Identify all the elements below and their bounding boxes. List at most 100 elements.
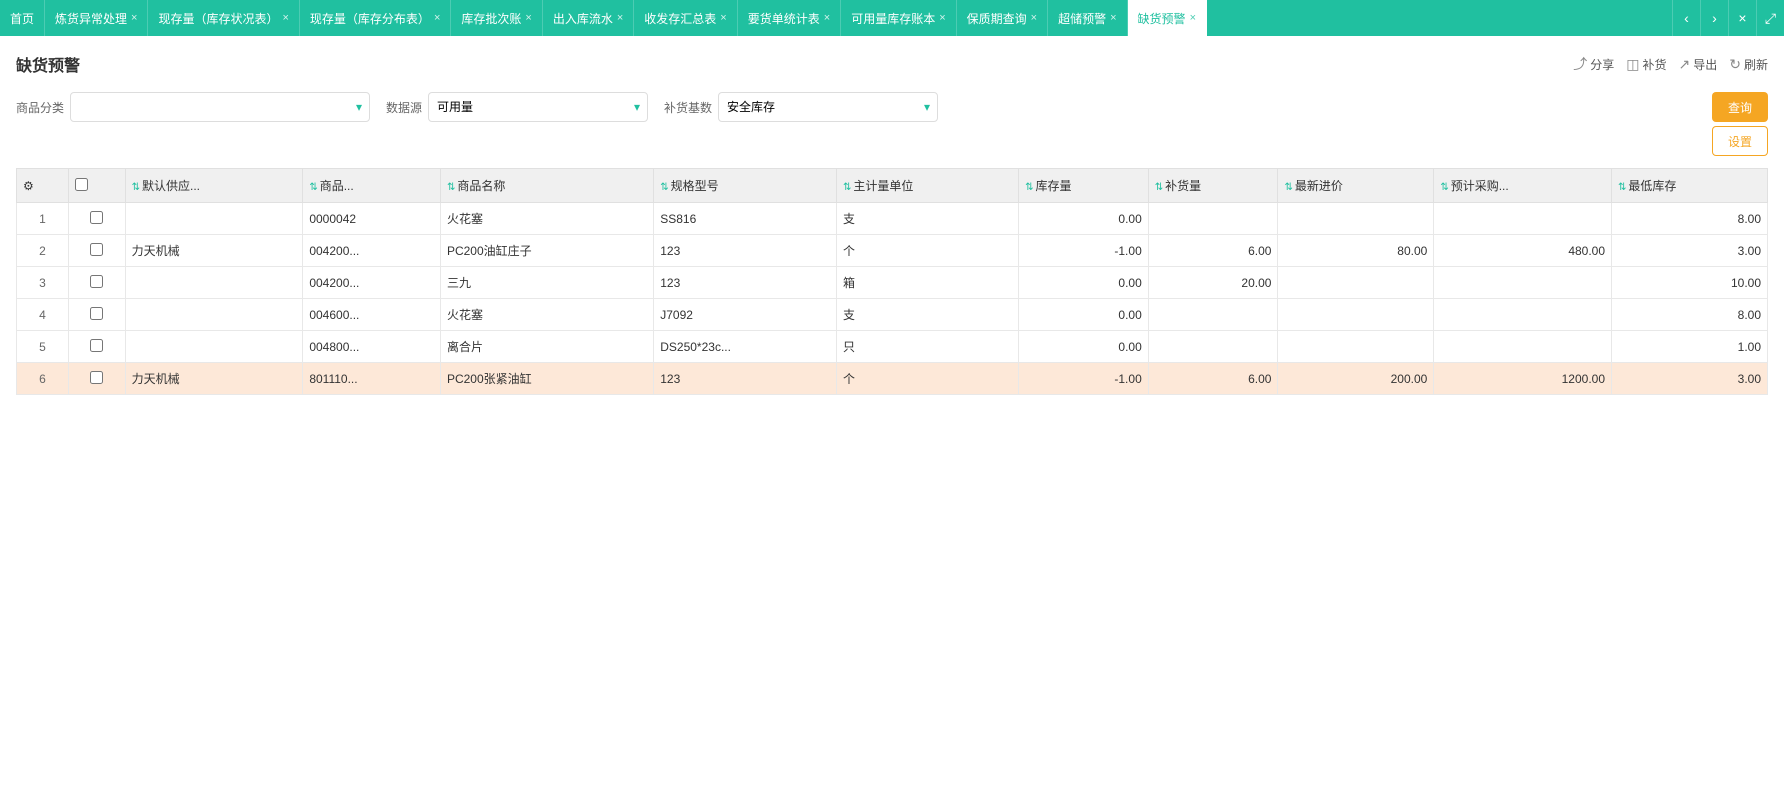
col-stock[interactable]: ⇅库存量 [1019,169,1149,203]
sort-icon-min-stock: ⇅ [1618,182,1626,193]
export-button[interactable]: ↗ 导出 [1679,56,1718,73]
page-title: 缺货预警 [16,52,80,76]
sort-icon-supplier: ⇅ [132,182,140,193]
row-supplier [125,203,303,235]
data-table: ⚙ ⇅默认供应... ⇅商品... ⇅商品名称 ⇅规格型号 ⇅ [16,168,1768,395]
nav-tab-expiry-close[interactable]: × [1031,12,1037,24]
nav-arrow-left[interactable]: ‹ [1672,0,1700,36]
col-product-name[interactable]: ⇅商品名称 [440,169,653,203]
col-replenish-qty[interactable]: ⇅补货量 [1148,169,1278,203]
nav-tab-overstock-close[interactable]: × [1110,12,1116,24]
nav-tab-reqstat[interactable]: 要货单统计表 × [738,0,841,36]
nav-tab-batch-close[interactable]: × [525,12,531,24]
nav-tab-batch[interactable]: 库存批次账 × [451,0,542,36]
col-checkbox [68,169,125,203]
row-checkbox[interactable] [90,275,103,288]
nav-tab-stock2-close[interactable]: × [434,12,440,24]
row-est-purchase [1434,299,1612,331]
row-replenish-qty: 6.00 [1148,363,1278,395]
refresh-icon: ↻ [1729,56,1741,73]
row-gear-cell: 5 [17,331,69,363]
row-checkbox[interactable] [90,371,103,384]
row-gear-cell: 1 [17,203,69,235]
col-unit[interactable]: ⇅主计量单位 [836,169,1018,203]
header-actions: ⤴ 分享 ◫ 补货 ↗ 导出 ↻ 刷新 [1573,54,1768,74]
row-checkbox[interactable] [90,211,103,224]
nav-arrow-right[interactable]: › [1700,0,1728,36]
row-stock: 0.00 [1019,267,1149,299]
row-unit: 支 [836,203,1018,235]
nav-tab-stock1[interactable]: 现存量（库存状况表） × [148,0,299,36]
col-latest-price[interactable]: ⇅最新进价 [1278,169,1434,203]
export-icon: ↗ [1679,56,1691,73]
nav-tab-reqstat-label: 要货单统计表 [748,10,820,27]
nav-tab-expiry[interactable]: 保质期查询 × [957,0,1048,36]
nav-tab-abnormal-close[interactable]: × [131,12,137,24]
row-gear-cell: 2 [17,235,69,267]
row-checkbox[interactable] [90,307,103,320]
nav-tab-abnormal[interactable]: 炼货异常处理 × [45,0,148,36]
row-product-name: 火花塞 [440,299,653,331]
nav-tab-shortage[interactable]: 缺货预警 × [1128,0,1207,36]
filter-category: 商品分类 [16,92,370,122]
row-latest-price [1278,331,1434,363]
nav-arrow-expand[interactable]: ⤢ [1756,0,1784,36]
share-button[interactable]: ⤴ 分享 [1573,54,1614,74]
col-product-code[interactable]: ⇅商品... [303,169,441,203]
category-select[interactable] [70,92,370,122]
row-product-code: 004200... [303,235,441,267]
settings-button[interactable]: 设置 [1712,126,1768,156]
row-product-name: 三九 [440,267,653,299]
row-min-stock: 1.00 [1612,331,1768,363]
refresh-button[interactable]: ↻ 刷新 [1729,56,1768,73]
row-spec: J7092 [654,299,837,331]
nav-tab-overstock[interactable]: 超储预警 × [1048,0,1127,36]
replenish-basis-label: 补货基数 [664,99,712,116]
row-supplier [125,331,303,363]
nav-tab-flow[interactable]: 出入库流水 × [543,0,634,36]
row-checkbox-cell [68,203,125,235]
replenish-button[interactable]: ◫ 补货 [1626,56,1666,73]
row-product-code: 004200... [303,267,441,299]
nav-tab-reqstat-close[interactable]: × [824,12,830,24]
row-spec: 123 [654,235,837,267]
query-button[interactable]: 查询 [1712,92,1768,122]
col-est-purchase[interactable]: ⇅预计采购... [1434,169,1612,203]
col-min-stock[interactable]: ⇅最低库存 [1612,169,1768,203]
table-header-row: ⚙ ⇅默认供应... ⇅商品... ⇅商品名称 ⇅规格型号 ⇅ [17,169,1768,203]
category-label: 商品分类 [16,99,64,116]
row-replenish-qty [1148,203,1278,235]
sort-icon-name: ⇅ [447,182,455,193]
nav-tab-stock1-label: 现存量（库存状况表） [158,10,278,27]
row-checkbox[interactable] [90,339,103,352]
nav-tab-home[interactable]: 首页 [0,0,45,36]
row-est-purchase [1434,203,1612,235]
sort-icon-replenish-qty: ⇅ [1155,182,1163,193]
nav-tab-stock1-close[interactable]: × [282,12,288,24]
nav-tab-summary[interactable]: 收发存汇总表 × [634,0,737,36]
col-default-supplier[interactable]: ⇅默认供应... [125,169,303,203]
sort-icon-spec: ⇅ [660,182,668,193]
row-spec: 123 [654,267,837,299]
col-spec[interactable]: ⇅规格型号 [654,169,837,203]
nav-tab-available[interactable]: 可用量库存账本 × [841,0,956,36]
row-latest-price [1278,203,1434,235]
row-est-purchase: 480.00 [1434,235,1612,267]
table-row: 6 力天机械 801110... PC200张紧油缸 123 个 -1.00 6… [17,363,1768,395]
datasource-select[interactable]: 可用量 [428,92,648,122]
row-est-purchase [1434,267,1612,299]
nav-tab-flow-close[interactable]: × [617,12,623,24]
row-spec: SS816 [654,203,837,235]
select-all-checkbox[interactable] [75,178,88,191]
row-checkbox[interactable] [90,243,103,256]
gear-icon[interactable]: ⚙ [23,179,34,193]
nav-tab-shortage-close[interactable]: × [1190,12,1196,24]
nav-arrow-close[interactable]: × [1728,0,1756,36]
row-product-code: 004800... [303,331,441,363]
nav-tab-home-label: 首页 [10,10,34,27]
replenish-basis-select[interactable]: 安全库存 [718,92,938,122]
replenish-basis-select-wrap: 安全库存 [718,92,938,122]
nav-tab-summary-close[interactable]: × [720,12,726,24]
nav-tab-stock2[interactable]: 现存量（库存分布表） × [300,0,451,36]
nav-tab-available-close[interactable]: × [939,12,945,24]
